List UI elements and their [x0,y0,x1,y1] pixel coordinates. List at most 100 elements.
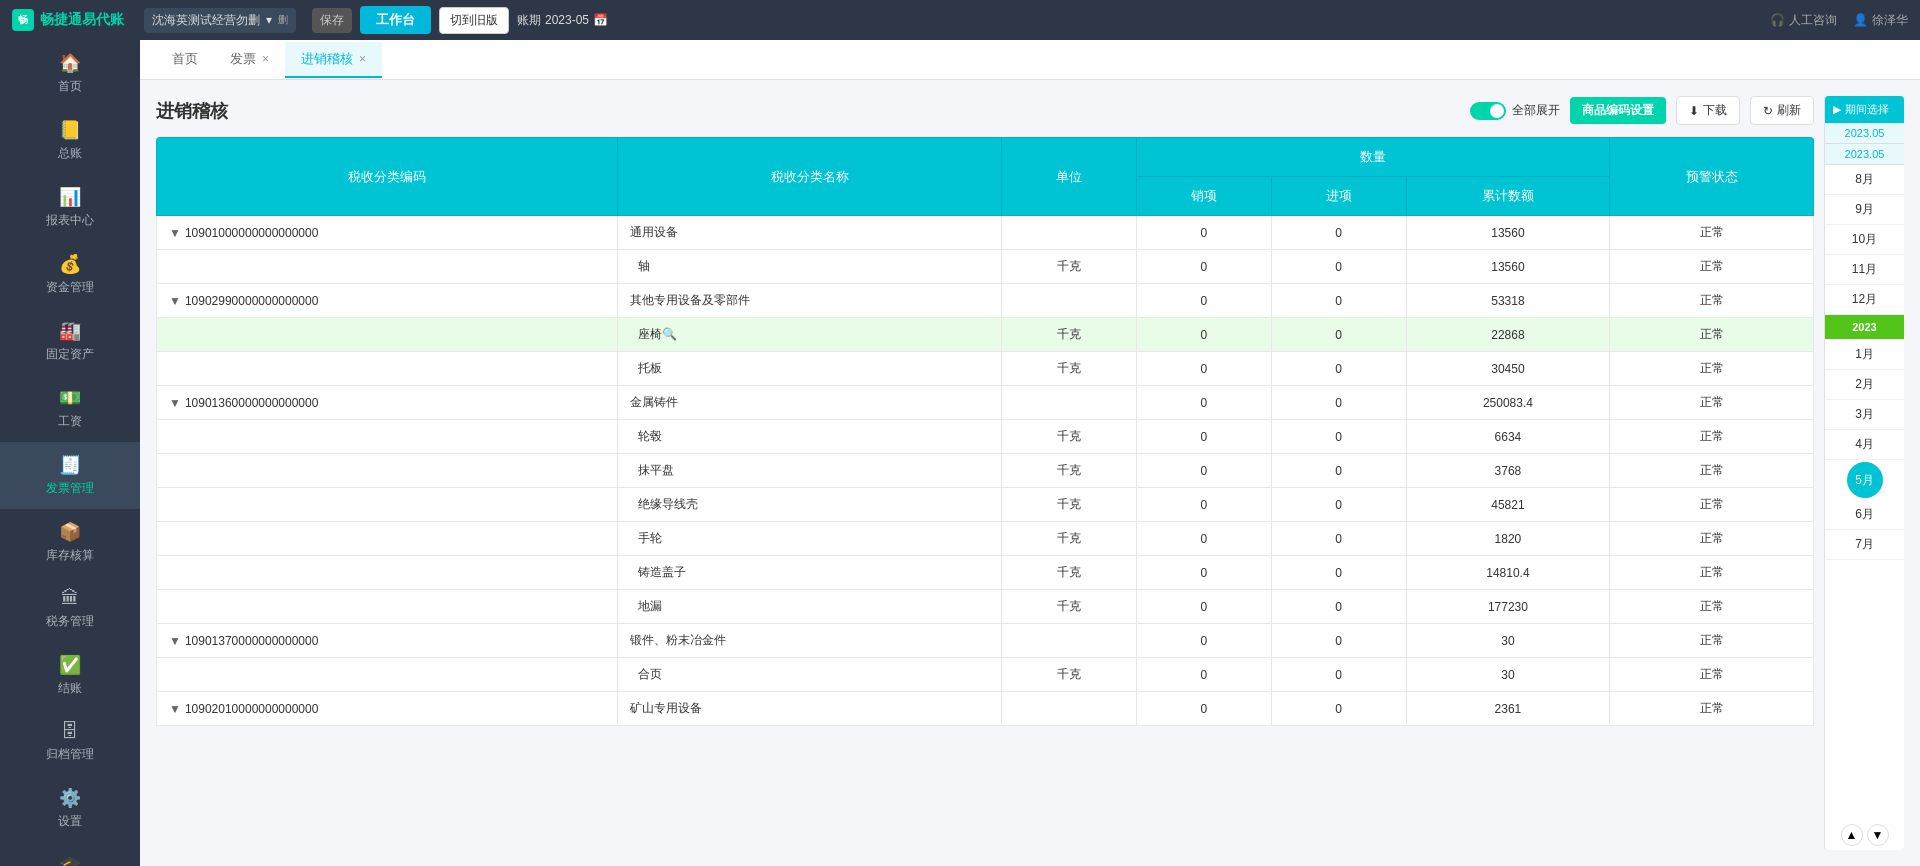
period-month-2[interactable]: 2月 [1825,370,1904,400]
main-layout: 🏠 首页 📒 总账 📊 报表中心 💰 资金管理 🏭 固定资产 💵 工资 🧾 发票… [0,40,1920,866]
cell-name: 合页 [618,658,1002,692]
cell-total: 13560 [1406,216,1610,250]
header-tax-name: 税收分类名称 [618,138,1002,216]
delete-company-icon[interactable]: 删 [278,13,288,27]
download-button[interactable]: ⬇ 下载 [1676,96,1740,125]
cell-unit [1001,284,1136,318]
calendar-icon[interactable]: 📅 [593,13,608,27]
tab-invoice-close[interactable]: × [262,52,269,66]
cell-status: 正常 [1610,216,1814,250]
worktable-button[interactable]: 工作台 [360,6,431,34]
header-total: 累计数额 [1406,177,1610,216]
sidebar-item-archive[interactable]: 🗄 归档管理 [0,709,140,775]
sidebar-item-guide[interactable]: 🎓 新手引导 [0,842,140,866]
cell-code [157,556,618,590]
cell-sales: 0 [1136,420,1271,454]
search-icon[interactable]: 🔍 [662,327,677,341]
cell-code: ▼10901370000000000000 [157,624,618,658]
table-row: 座椅🔍 千克 0 0 22868 正常 [157,318,1814,352]
period-month-12[interactable]: 12月 [1825,285,1904,315]
cell-code [157,352,618,386]
sidebar-item-home[interactable]: 🏠 首页 [0,40,140,107]
period-month-6[interactable]: 6月 [1825,500,1904,530]
period-month-5[interactable]: 5月 [1847,462,1883,498]
cell-total: 3768 [1406,454,1610,488]
period-month-10[interactable]: 10月 [1825,225,1904,255]
tab-invoice[interactable]: 发票 × [214,42,285,78]
cell-unit [1001,386,1136,420]
period-month-11[interactable]: 11月 [1825,255,1904,285]
collapse-icon[interactable]: ▼ [169,396,181,410]
tab-reconcile[interactable]: 进销稽核 × [285,42,382,78]
collapse-icon[interactable]: ▼ [169,226,181,240]
toggle-all-switch[interactable] [1470,102,1506,120]
table-row: 合页 千克 0 0 30 正常 [157,658,1814,692]
user-button[interactable]: 👤 徐泽华 [1853,12,1908,29]
cell-code [157,590,618,624]
sidebar-item-stock[interactable]: 📦 库存核算 [0,509,140,576]
cell-unit: 千克 [1001,454,1136,488]
user-icon: 👤 [1853,13,1868,27]
old-version-button[interactable]: 切到旧版 [439,7,509,34]
collapse-icon[interactable]: ▼ [169,634,181,648]
cell-name: 轮毂 [618,420,1002,454]
logo-icon: 畅 [12,9,34,31]
cell-purchase: 0 [1271,692,1406,726]
period-selector-title: 期间选择 [1845,102,1889,117]
app-name: 畅捷通易代账 [40,11,124,29]
product-code-button[interactable]: 商品编码设置 [1570,97,1666,124]
sidebar-item-tax[interactable]: 🏛 税务管理 [0,576,140,642]
cell-name: 其他专用设备及零部件 [618,284,1002,318]
period-month-3[interactable]: 3月 [1825,400,1904,430]
period-month-7[interactable]: 7月 [1825,530,1904,560]
report-icon: 📊 [59,186,81,208]
page-title: 进销稽核 [156,99,228,123]
period-selector-icon: ▶ [1833,103,1841,116]
period-month-4[interactable]: 4月 [1825,430,1904,460]
sidebar-item-settings[interactable]: ⚙️ 设置 [0,775,140,842]
period-month-9[interactable]: 9月 [1825,195,1904,225]
period-month-1[interactable]: 1月 [1825,340,1904,370]
collapse-icon[interactable]: ▼ [169,702,181,716]
period-info: 账期 2023-05 📅 [517,12,608,29]
sidebar-label-settle: 结账 [58,680,82,697]
collapse-icon[interactable]: ▼ [169,294,181,308]
cell-unit: 千克 [1001,488,1136,522]
fixed-icon: 🏭 [59,320,81,342]
sidebar-item-fixed[interactable]: 🏭 固定资产 [0,308,140,375]
company-selector[interactable]: 沈海英测试经营勿删 ▾ 删 [144,8,296,33]
cell-name: 抹平盘 [618,454,1002,488]
period-year-2023[interactable]: 2023 [1825,315,1904,340]
tab-home-label: 首页 [172,50,198,68]
period-header-row-2: 2023.05 [1825,144,1904,165]
sidebar-item-ledger[interactable]: 📒 总账 [0,107,140,174]
service-button[interactable]: 🎧 人工咨询 [1770,12,1837,29]
refresh-label: 刷新 [1777,102,1801,119]
sidebar-item-report[interactable]: 📊 报表中心 [0,174,140,241]
tab-reconcile-close[interactable]: × [359,52,366,66]
tab-bar: 首页 发票 × 进销稽核 × [140,40,1920,80]
tab-home[interactable]: 首页 [156,42,214,78]
sidebar-item-fund[interactable]: 💰 资金管理 [0,241,140,308]
table-row: ▼10902990000000000000 其他专用设备及零部件 0 0 533… [157,284,1814,318]
cell-purchase: 0 [1271,216,1406,250]
sidebar-item-settle[interactable]: ✅ 结账 [0,642,140,709]
cell-total: 1820 [1406,522,1610,556]
cell-name: 地漏 [618,590,1002,624]
sidebar-label-invoice: 发票管理 [46,480,94,497]
page-content: 进销稽核 全部展开 商品编码设置 ⬇ 下载 ↻ 刷新 [140,80,1920,866]
save-button[interactable]: 保存 [312,8,352,33]
period-up-button[interactable]: ▲ [1841,824,1863,846]
sidebar-item-salary[interactable]: 💵 工资 [0,375,140,442]
period-down-button[interactable]: ▼ [1867,824,1889,846]
sidebar-item-invoice[interactable]: 🧾 发票管理 [0,442,140,509]
guide-icon: 🎓 [59,854,81,866]
period-month-8[interactable]: 8月 [1825,165,1904,195]
table-row: ▼10901370000000000000 锻件、粉末冶金件 0 0 30 正常 [157,624,1814,658]
cell-name: 轴 [618,250,1002,284]
cell-code [157,420,618,454]
stock-icon: 📦 [59,521,81,543]
toggle-all-label: 全部展开 [1512,102,1560,119]
cell-purchase: 0 [1271,624,1406,658]
refresh-button[interactable]: ↻ 刷新 [1750,96,1814,125]
